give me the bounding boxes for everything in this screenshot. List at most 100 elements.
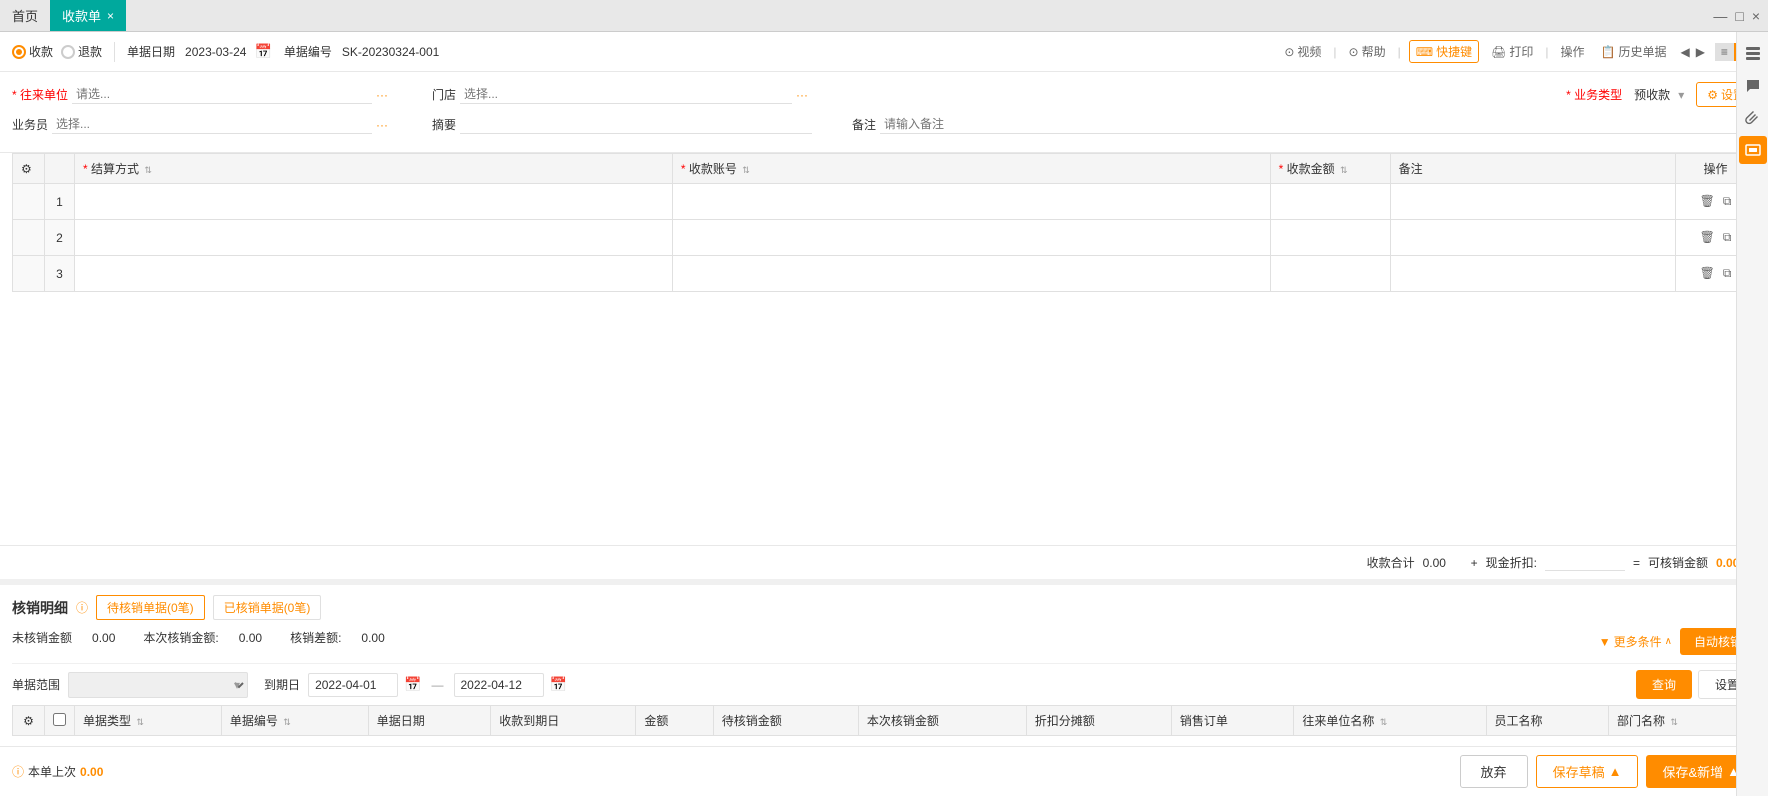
agent-input[interactable] [52,115,372,134]
save-new-label: 保存&新增 [1662,762,1723,781]
sidebar-screenshot-icon[interactable] [1739,136,1767,164]
row-2-copy-btn[interactable]: ⧉ [1721,228,1734,247]
summary-input[interactable] [460,115,812,134]
more-conditions-label: 更多条件 [1614,633,1662,650]
dept-sort-icon[interactable]: ⇅ [1670,717,1678,727]
amount-sort-icon[interactable]: ⇅ [1340,165,1348,175]
date-from-input[interactable] [308,673,398,697]
range-select[interactable] [68,672,248,698]
minimize-btn[interactable]: — [1713,8,1727,24]
agent-more-btn[interactable]: ··· [372,118,392,132]
row-3-note[interactable] [1390,256,1675,292]
row-1-delete-btn[interactable]: 🗑 [1698,192,1717,211]
date-label: 单据日期 [127,43,175,60]
row-1-account[interactable] [672,184,1270,220]
tab-close-icon[interactable]: × [107,9,114,23]
select-all-checkbox[interactable] [53,713,66,726]
row-2-note[interactable] [1390,220,1675,256]
next-arrow[interactable]: ▶ [1694,45,1707,59]
table-settlement-header: * 结算方式 ⇅ [75,154,673,184]
counterpart-input[interactable] [72,85,372,104]
discount-label: 现金折扣: [1486,554,1537,571]
video-btn[interactable]: ⊙ 视频 [1280,41,1325,62]
history-btn[interactable]: 📋 历史单据 [1596,41,1670,62]
video-icon: ⊙ [1284,45,1294,59]
radio-receipt[interactable]: 收款 [12,43,53,60]
table-gear-header[interactable]: ⚙ [13,154,45,184]
bottom-bar: ⓘ 本单上次 0.00 放弃 保存草稿 ▲ 保存&新增 ▲ [0,746,1768,796]
sidebar-chat-icon[interactable] [1739,72,1767,100]
date-calendar-icon[interactable]: 📅 [254,43,271,60]
bottom-info-icon[interactable]: ⓘ [12,763,24,780]
store-more-btn[interactable]: ··· [792,88,812,102]
row-1-settlement[interactable] [75,184,673,220]
account-sort-icon[interactable]: ⇅ [742,165,750,175]
table-row: 3 🗑 ⧉ [13,256,1756,292]
table-row-num-header [45,154,75,184]
due-date-label: 到期日 [264,676,300,693]
type-sort-icon[interactable]: ⇅ [136,717,144,727]
radio-refund[interactable]: 退款 [61,43,102,60]
date-to-input[interactable] [454,673,544,697]
tab-home[interactable]: 首页 [0,0,50,31]
row-2-settlement[interactable] [75,220,673,256]
settlement-sort-icon[interactable]: ⇅ [144,165,152,175]
maximize-btn[interactable]: □ [1735,8,1743,24]
print-btn[interactable]: 🖨 打印 [1487,41,1537,62]
row-3-delete-btn[interactable]: 🗑 [1698,264,1717,283]
prev-arrow[interactable]: ◀ [1678,45,1691,59]
row-3-settlement[interactable] [75,256,673,292]
verify-info-icon[interactable]: ⓘ [76,599,88,616]
receipt-table: ⚙ * 结算方式 ⇅ * 收款账号 ⇅ * 收款金额 [12,153,1756,292]
tab-receipt[interactable]: 收款单 × [50,0,126,31]
business-type-dropdown-icon[interactable]: ▾ [1678,88,1684,102]
row-3-account[interactable] [672,256,1270,292]
pending-tab[interactable]: 待核销单据(0笔) [96,595,205,620]
row-1-copy-btn[interactable]: ⧉ [1721,192,1734,211]
date-to-cal-icon[interactable]: 📅 [550,676,567,693]
tab-receipt-label: 收款单 [62,6,101,25]
list-view-btn[interactable]: ≡ [1715,43,1734,61]
number-sort-icon[interactable]: ⇅ [283,717,291,727]
date-from-cal-icon[interactable]: 📅 [404,676,421,693]
row-3-amount[interactable] [1270,256,1390,292]
query-btn[interactable]: 查询 [1636,670,1692,699]
divider-1 [114,42,115,62]
discard-btn[interactable]: 放弃 [1460,755,1528,788]
diff-value: 0.00 [361,631,384,645]
bt-discount-col: 折扣分摊额 [1026,706,1171,736]
row-2-delete-btn[interactable]: 🗑 [1698,228,1717,247]
help-icon: ⊙ [1349,45,1359,59]
discount-input[interactable] [1545,555,1625,571]
counterpart-sort-icon[interactable]: ⇅ [1380,717,1388,727]
bt-gear-col[interactable]: ⚙ [13,706,45,736]
row-1-amount[interactable] [1270,184,1390,220]
bottom-table-container: ⚙ 单据类型 ⇅ 单据编号 ⇅ 单据日期 [12,705,1756,736]
counterpart-more-btn[interactable]: ··· [372,88,392,102]
row-1-note[interactable] [1390,184,1675,220]
shortcut-icon: ⌨ [1416,45,1433,59]
save-draft-btn[interactable]: 保存草稿 ▲ [1536,755,1639,788]
row-2-account[interactable] [672,220,1270,256]
date-separator: — [432,678,444,692]
table-container: ⚙ * 结算方式 ⇅ * 收款账号 ⇅ * 收款金额 [0,153,1768,545]
close-btn[interactable]: × [1752,8,1760,24]
note-input[interactable] [880,115,1756,134]
radio-receipt-dot [12,45,26,59]
row-3-copy-btn[interactable]: ⧉ [1721,264,1734,283]
store-input[interactable] [460,85,792,104]
row-2-num: 2 [45,220,75,256]
sidebar-attachment-icon[interactable] [1739,104,1767,132]
business-type-field: * 业务类型 预收款 ▾ ⚙ 设置 [1566,82,1756,107]
help-btn[interactable]: ⊙ 帮助 [1345,41,1390,62]
more-conditions-btn[interactable]: ▼ 更多条件 ∧ [1599,633,1672,650]
table-note-header: 备注 [1390,154,1675,184]
shortcut-btn[interactable]: ⌨ 快捷键 [1409,40,1479,63]
bt-dept-col: 部门名称 ⇅ [1609,706,1756,736]
sidebar-table-icon[interactable] [1739,40,1767,68]
bt-checkbox-col[interactable] [45,706,75,736]
row-2-amount[interactable] [1270,220,1390,256]
agent-label: 业务员 [12,116,48,133]
done-tab[interactable]: 已核销单据(0笔) [213,595,322,620]
operation-btn[interactable]: 操作 [1556,41,1588,62]
